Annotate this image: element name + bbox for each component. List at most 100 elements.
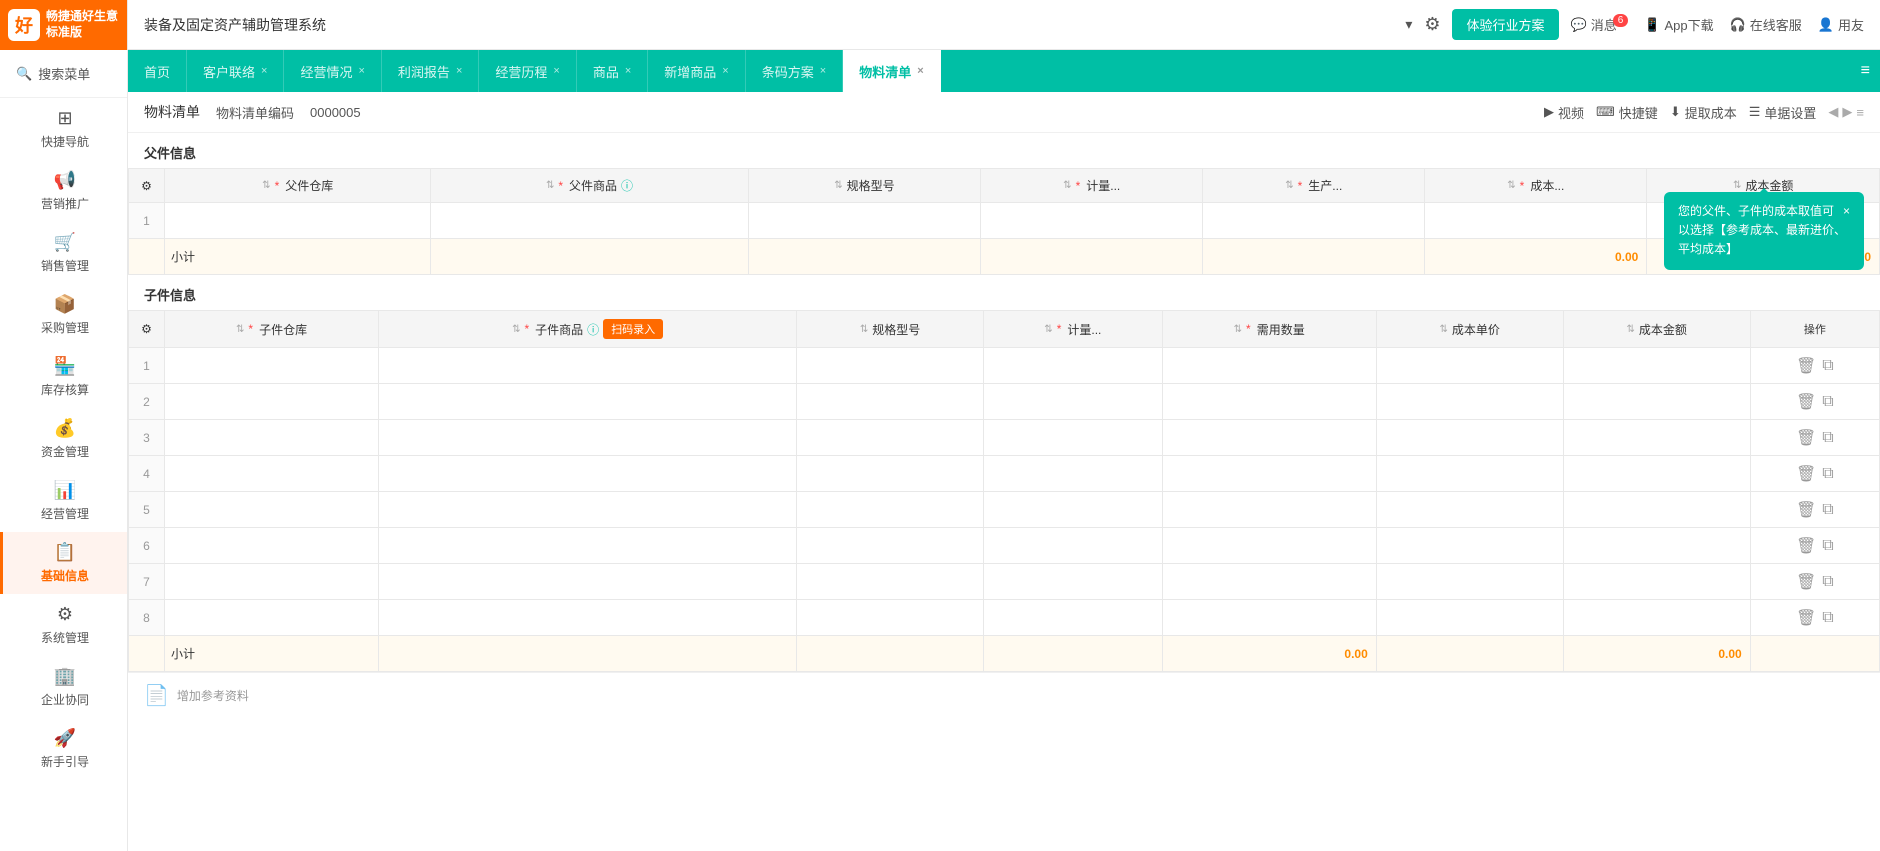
- child-spec-2[interactable]: [797, 384, 984, 420]
- child-qty-1[interactable]: [1162, 348, 1376, 384]
- child-unit-cost-1[interactable]: [1376, 348, 1563, 384]
- child-unit-cost-2[interactable]: [1376, 384, 1563, 420]
- close-barcode-icon[interactable]: ×: [820, 65, 826, 77]
- child-spec-5[interactable]: [797, 492, 984, 528]
- child-product-2[interactable]: [379, 384, 797, 420]
- close-history-icon[interactable]: ×: [553, 65, 559, 77]
- delete-row-5-icon[interactable]: 🗑: [1796, 500, 1816, 520]
- sidebar-item-basic-info[interactable]: 📋 基础信息: [0, 532, 127, 594]
- tab-products[interactable]: 商品 ×: [577, 50, 648, 92]
- tab-operations-status[interactable]: 经营情况 ×: [284, 50, 381, 92]
- child-cost-amount-6[interactable]: [1563, 528, 1750, 564]
- sidebar-item-quick-nav[interactable]: ⊞ 快捷导航: [0, 98, 127, 160]
- child-unit-cost-6[interactable]: [1376, 528, 1563, 564]
- shortcut-action[interactable]: ⌨ 快捷键: [1596, 103, 1658, 122]
- nav-next-icon[interactable]: ▶: [1842, 104, 1852, 120]
- user-button[interactable]: 👤 用友: [1818, 15, 1864, 34]
- parent-production-cell[interactable]: [1203, 203, 1425, 239]
- child-warehouse-2[interactable]: [165, 384, 379, 420]
- tooltip-close-button[interactable]: ×: [1843, 202, 1850, 221]
- child-qty-7[interactable]: [1162, 564, 1376, 600]
- child-spec-4[interactable]: [797, 456, 984, 492]
- child-product-5[interactable]: [379, 492, 797, 528]
- child-qty-8[interactable]: [1162, 600, 1376, 636]
- child-warehouse-6[interactable]: [165, 528, 379, 564]
- tab-bom[interactable]: 物料清单 ×: [843, 50, 940, 92]
- child-qty-4[interactable]: [1162, 456, 1376, 492]
- copy-row-5-icon[interactable]: ⧉: [1822, 501, 1833, 519]
- child-unit-cost-3[interactable]: [1376, 420, 1563, 456]
- parent-product-cell[interactable]: [431, 203, 748, 239]
- parent-unit-cell[interactable]: [981, 203, 1203, 239]
- child-spec-8[interactable]: [797, 600, 984, 636]
- sidebar-item-inventory[interactable]: 🏪 库存核算: [0, 346, 127, 408]
- child-unit-3[interactable]: [984, 420, 1163, 456]
- message-button[interactable]: 💬 消息 6: [1571, 15, 1629, 34]
- copy-row-4-icon[interactable]: ⧉: [1822, 465, 1833, 483]
- child-unit-4[interactable]: [984, 456, 1163, 492]
- child-cost-amount-5[interactable]: [1563, 492, 1750, 528]
- child-unit-cost-7[interactable]: [1376, 564, 1563, 600]
- close-all-tabs-button[interactable]: ≡: [1851, 62, 1880, 80]
- child-cost-amount-2[interactable]: [1563, 384, 1750, 420]
- parent-col-settings[interactable]: ⚙: [129, 169, 165, 203]
- child-unit-cost-4[interactable]: [1376, 456, 1563, 492]
- tab-operations-history[interactable]: 经营历程 ×: [479, 50, 576, 92]
- add-reference-icon[interactable]: 📄: [144, 683, 169, 708]
- child-cost-amount-3[interactable]: [1563, 420, 1750, 456]
- tab-new-product[interactable]: 新增商品 ×: [648, 50, 745, 92]
- child-unit-cost-5[interactable]: [1376, 492, 1563, 528]
- child-unit-1[interactable]: [984, 348, 1163, 384]
- delete-row-1-icon[interactable]: 🗑: [1796, 356, 1816, 376]
- view-action[interactable]: ▶ 视频: [1544, 103, 1584, 122]
- sidebar-item-system[interactable]: ⚙ 系统管理: [0, 594, 127, 656]
- child-spec-6[interactable]: [797, 528, 984, 564]
- child-qty-5[interactable]: [1162, 492, 1376, 528]
- child-product-3[interactable]: [379, 420, 797, 456]
- sidebar-item-finance[interactable]: 💰 资金管理: [0, 408, 127, 470]
- child-unit-cost-8[interactable]: [1376, 600, 1563, 636]
- child-product-1[interactable]: [379, 348, 797, 384]
- extract-cost-action[interactable]: ⬇ 提取成本: [1670, 103, 1737, 122]
- child-unit-6[interactable]: [984, 528, 1163, 564]
- sort-icon[interactable]: ⇅: [262, 180, 270, 191]
- tab-home[interactable]: 首页: [128, 50, 187, 92]
- child-cost-amount-7[interactable]: [1563, 564, 1750, 600]
- tab-profit-report[interactable]: 利润报告 ×: [382, 50, 479, 92]
- sort-icon-2[interactable]: ⇅: [546, 180, 554, 191]
- delete-row-2-icon[interactable]: 🗑: [1796, 392, 1816, 412]
- child-unit-2[interactable]: [984, 384, 1163, 420]
- trial-button[interactable]: 体验行业方案: [1452, 9, 1558, 40]
- nav-prev-icon[interactable]: ◀: [1828, 104, 1838, 120]
- delete-row-7-icon[interactable]: 🗑: [1796, 572, 1816, 592]
- child-spec-3[interactable]: [797, 420, 984, 456]
- child-cost-amount-1[interactable]: [1563, 348, 1750, 384]
- child-unit-5[interactable]: [984, 492, 1163, 528]
- delete-row-6-icon[interactable]: 🗑: [1796, 536, 1816, 556]
- child-cost-amount-8[interactable]: [1563, 600, 1750, 636]
- close-customers-icon[interactable]: ×: [261, 65, 267, 77]
- copy-row-8-icon[interactable]: ⧉: [1822, 609, 1833, 627]
- child-qty-2[interactable]: [1162, 384, 1376, 420]
- settings-icon[interactable]: ⚙: [1424, 14, 1440, 35]
- child-spec-7[interactable]: [797, 564, 984, 600]
- online-service-button[interactable]: 🎧 在线客服: [1730, 15, 1802, 34]
- child-warehouse-8[interactable]: [165, 600, 379, 636]
- delete-row-4-icon[interactable]: 🗑: [1796, 464, 1816, 484]
- child-warehouse-3[interactable]: [165, 420, 379, 456]
- search-menu-button[interactable]: 🔍 搜索菜单: [8, 58, 119, 89]
- parent-warehouse-cell[interactable]: [165, 203, 431, 239]
- sidebar-item-marketing[interactable]: 📢 营销推广: [0, 160, 127, 222]
- sidebar-item-purchase[interactable]: 📦 采购管理: [0, 284, 127, 346]
- copy-row-7-icon[interactable]: ⧉: [1822, 573, 1833, 591]
- child-qty-3[interactable]: [1162, 420, 1376, 456]
- system-dropdown-icon[interactable]: ▾: [1405, 16, 1412, 33]
- child-qty-6[interactable]: [1162, 528, 1376, 564]
- child-warehouse-4[interactable]: [165, 456, 379, 492]
- child-unit-8[interactable]: [984, 600, 1163, 636]
- child-warehouse-7[interactable]: [165, 564, 379, 600]
- close-new-product-icon[interactable]: ×: [722, 65, 728, 77]
- delete-row-8-icon[interactable]: 🗑: [1796, 608, 1816, 628]
- delete-row-3-icon[interactable]: 🗑: [1796, 428, 1816, 448]
- child-unit-7[interactable]: [984, 564, 1163, 600]
